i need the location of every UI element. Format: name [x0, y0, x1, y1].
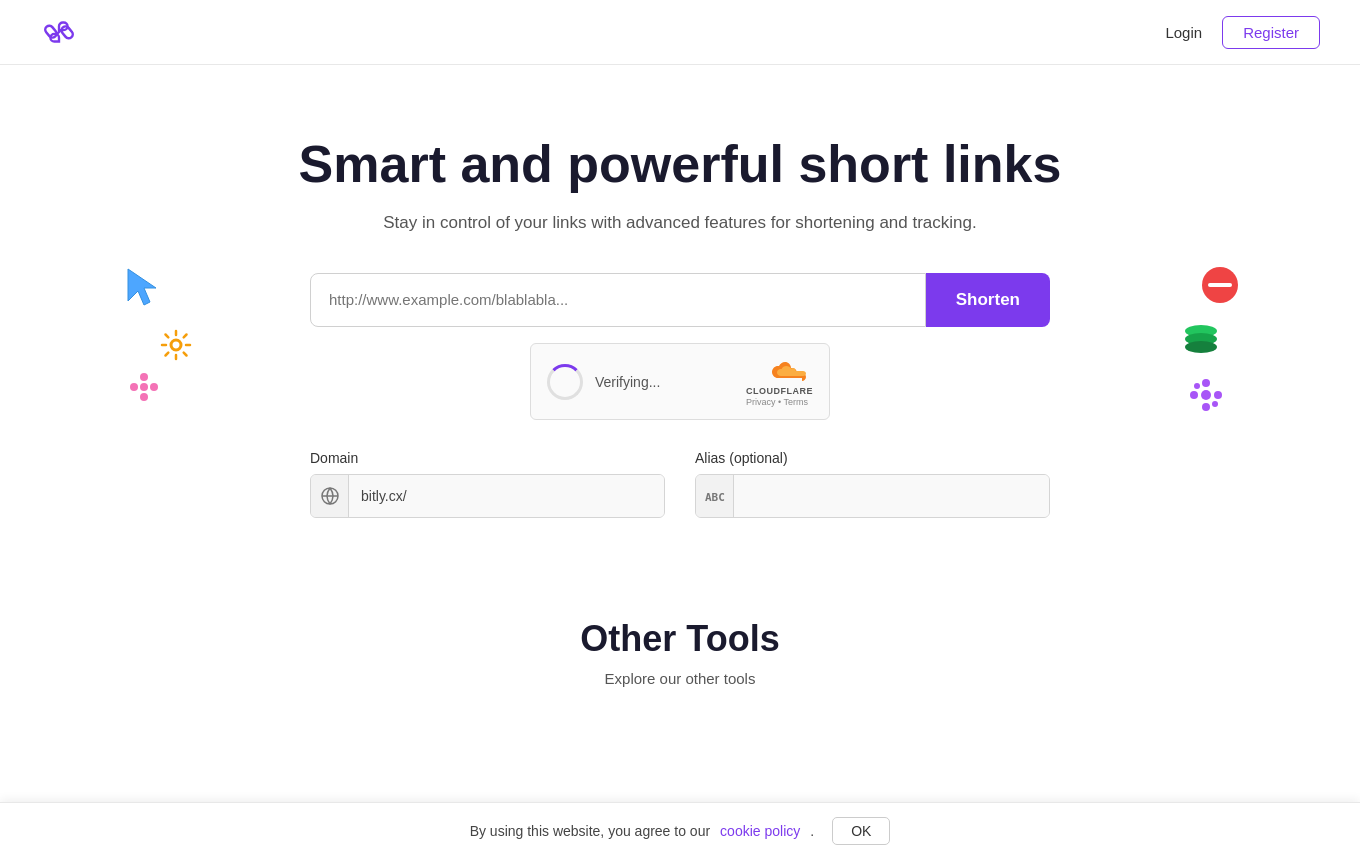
cursor-icon — [120, 265, 168, 313]
header: Login Register — [0, 0, 1360, 65]
layers-icon — [1180, 321, 1222, 363]
dash-icon — [1200, 265, 1240, 305]
cloudflare-links: Privacy • Terms — [746, 397, 813, 408]
svg-point-16 — [1202, 379, 1210, 387]
other-tools-section: Other Tools Explore our other tools — [0, 558, 1360, 707]
svg-point-4 — [171, 340, 181, 350]
svg-point-12 — [1185, 325, 1217, 337]
svg-point-13 — [1185, 333, 1217, 345]
svg-point-17 — [1202, 403, 1210, 411]
svg-point-18 — [1190, 391, 1198, 399]
alias-label: Alias (optional) — [695, 450, 1050, 466]
url-input[interactable] — [310, 273, 926, 327]
svg-point-6 — [140, 373, 148, 381]
url-form: Shorten — [310, 273, 1050, 327]
svg-point-20 — [1194, 383, 1200, 389]
svg-point-8 — [130, 383, 138, 391]
svg-text:ABC: ABC — [705, 491, 725, 504]
deco-left — [120, 265, 192, 401]
flower-icon — [130, 373, 158, 401]
svg-point-5 — [140, 383, 148, 391]
svg-point-14 — [1185, 341, 1217, 353]
cookie-policy-link[interactable]: cookie policy — [720, 823, 800, 839]
svg-point-7 — [140, 393, 148, 401]
other-tools-title: Other Tools — [20, 618, 1340, 660]
cookie-text: By using this website, you agree to our — [470, 823, 710, 839]
alias-input-wrap: ABC — [695, 474, 1050, 518]
alias-input[interactable] — [734, 475, 1049, 517]
cloudflare-label: CLOUDFLARE — [746, 386, 813, 397]
cookie-banner: By using this website, you agree to our … — [0, 802, 1360, 859]
explore-text: Explore our other tools — [20, 670, 1340, 687]
hero-subtitle: Stay in control of your links with advan… — [383, 213, 976, 233]
hero-section: Smart and powerful short links Stay in c… — [0, 65, 1360, 558]
dot-separator: • — [778, 397, 781, 407]
svg-point-21 — [1212, 401, 1218, 407]
www-icon — [311, 475, 349, 517]
gear-icon — [160, 329, 192, 361]
svg-point-19 — [1214, 391, 1222, 399]
domain-input[interactable] — [349, 475, 664, 517]
terms-link[interactable]: Terms — [784, 397, 809, 407]
privacy-link[interactable]: Privacy — [746, 397, 776, 407]
logo-chain-icon — [40, 13, 78, 51]
svg-point-10 — [1202, 267, 1238, 303]
header-nav: Login Register — [1165, 16, 1320, 49]
svg-point-15 — [1201, 390, 1211, 400]
deco-right — [1180, 265, 1240, 411]
shorten-button[interactable]: Shorten — [926, 273, 1050, 327]
options-row: Domain Alias (optional) ABC — [310, 450, 1050, 518]
hero-title: Smart and powerful short links — [299, 135, 1062, 195]
captcha-verifying-text: Verifying... — [583, 374, 746, 390]
domain-input-wrap — [310, 474, 665, 518]
domain-group: Domain — [310, 450, 665, 518]
cloudflare-cloud-icon — [767, 356, 813, 384]
domain-label: Domain — [310, 450, 665, 466]
cookie-ok-button[interactable]: OK — [832, 817, 890, 845]
register-button[interactable]: Register — [1222, 16, 1320, 49]
captcha-box: Verifying... CLOUDFLARE Privacy • Terms — [530, 343, 830, 421]
svg-rect-1 — [44, 24, 58, 39]
svg-rect-2 — [60, 25, 74, 40]
snowflake-icon — [1190, 379, 1222, 411]
logo-area — [40, 13, 78, 51]
cloudflare-logo: CLOUDFLARE Privacy • Terms — [746, 356, 813, 408]
captcha-spinner — [547, 364, 583, 400]
abc-icon: ABC — [696, 475, 734, 517]
cloudflare-text: CLOUDFLARE Privacy • Terms — [746, 386, 813, 408]
alias-group: Alias (optional) ABC — [695, 450, 1050, 518]
cookie-after-text: . — [810, 823, 814, 839]
login-link[interactable]: Login — [1165, 24, 1202, 41]
svg-point-9 — [150, 383, 158, 391]
svg-marker-3 — [128, 269, 156, 305]
